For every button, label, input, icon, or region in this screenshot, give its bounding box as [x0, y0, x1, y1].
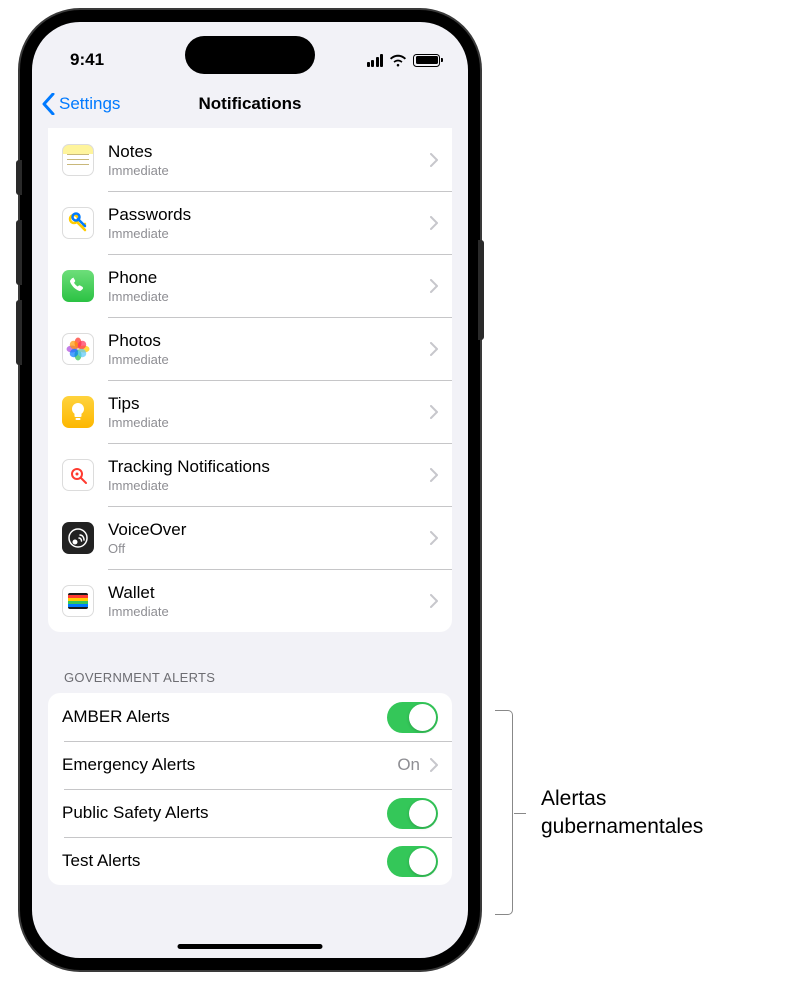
app-subtitle: Immediate [108, 289, 430, 305]
nav-bar: Settings Notifications [32, 80, 468, 128]
chevron-right-icon [430, 594, 438, 608]
app-title: Photos [108, 330, 430, 351]
callout: Alertas gubernamentales [495, 710, 703, 915]
chevron-left-icon [42, 93, 55, 115]
app-title: VoiceOver [108, 519, 430, 540]
chevron-right-icon [430, 153, 438, 167]
photos-icon [62, 333, 94, 365]
test-alerts-toggle[interactable] [387, 846, 438, 877]
app-title: Notes [108, 141, 430, 162]
public-safety-alerts-row[interactable]: Public Safety Alerts [48, 789, 452, 837]
callout-text: Alertas gubernamentales [541, 785, 703, 840]
test-alerts-row[interactable]: Test Alerts [48, 837, 452, 885]
app-subtitle: Immediate [108, 604, 430, 620]
app-row-phone[interactable]: Phone Immediate [48, 254, 452, 317]
row-value: On [397, 755, 420, 775]
phone-frame: 9:41 Settings Notifications [20, 10, 480, 970]
app-subtitle: Immediate [108, 163, 430, 179]
amber-alerts-toggle[interactable] [387, 702, 438, 733]
app-row-notes[interactable]: Notes Immediate [48, 128, 452, 191]
government-alerts-header: Government Alerts [48, 652, 452, 693]
callout-bracket [495, 710, 513, 915]
tips-icon [62, 396, 94, 428]
emergency-alerts-row[interactable]: Emergency Alerts On [48, 741, 452, 789]
chevron-right-icon [430, 531, 438, 545]
app-row-passwords[interactable]: Passwords Immediate [48, 191, 452, 254]
row-label: AMBER Alerts [62, 706, 387, 727]
app-subtitle: Immediate [108, 226, 430, 242]
tracking-icon [62, 459, 94, 491]
status-time: 9:41 [70, 50, 104, 70]
app-subtitle: Immediate [108, 415, 430, 431]
dynamic-island [185, 36, 315, 74]
chevron-right-icon [430, 758, 438, 772]
government-alerts-group: AMBER Alerts Emergency Alerts On Public … [48, 693, 452, 885]
phone-side-button [478, 240, 484, 340]
row-label: Emergency Alerts [62, 754, 397, 775]
app-row-tips[interactable]: Tips Immediate [48, 380, 452, 443]
back-label: Settings [59, 94, 120, 114]
status-right [367, 54, 441, 67]
wifi-icon [389, 54, 407, 67]
app-title: Passwords [108, 204, 430, 225]
screen: 9:41 Settings Notifications [32, 22, 468, 958]
home-indicator[interactable] [178, 944, 323, 949]
public-safety-alerts-toggle[interactable] [387, 798, 438, 829]
phone-volume-down [16, 300, 22, 365]
content[interactable]: Notes Immediate Passwords Immediate [32, 128, 468, 958]
app-title: Wallet [108, 582, 430, 603]
phone-icon [62, 270, 94, 302]
phone-volume-up [16, 220, 22, 285]
amber-alerts-row[interactable]: AMBER Alerts [48, 693, 452, 741]
app-row-photos[interactable]: Photos Immediate [48, 317, 452, 380]
row-label: Public Safety Alerts [62, 802, 387, 823]
voiceover-icon [62, 522, 94, 554]
app-row-tracking[interactable]: Tracking Notifications Immediate [48, 443, 452, 506]
app-list-group: Notes Immediate Passwords Immediate [48, 128, 452, 632]
chevron-right-icon [430, 216, 438, 230]
notes-icon [62, 144, 94, 176]
app-title: Tracking Notifications [108, 456, 430, 477]
chevron-right-icon [430, 405, 438, 419]
app-title: Phone [108, 267, 430, 288]
battery-icon [413, 54, 440, 67]
app-subtitle: Immediate [108, 352, 430, 368]
chevron-right-icon [430, 468, 438, 482]
cellular-signal-icon [367, 54, 384, 67]
passwords-icon [62, 207, 94, 239]
page-title: Notifications [199, 94, 302, 114]
wallet-icon [62, 585, 94, 617]
phone-silent-switch [16, 160, 22, 195]
chevron-right-icon [430, 279, 438, 293]
app-row-voiceover[interactable]: VoiceOver Off [48, 506, 452, 569]
app-subtitle: Immediate [108, 478, 430, 494]
app-subtitle: Off [108, 541, 430, 557]
back-button[interactable]: Settings [42, 93, 120, 115]
chevron-right-icon [430, 342, 438, 356]
app-title: Tips [108, 393, 430, 414]
row-label: Test Alerts [62, 850, 387, 871]
app-row-wallet[interactable]: Wallet Immediate [48, 569, 452, 632]
